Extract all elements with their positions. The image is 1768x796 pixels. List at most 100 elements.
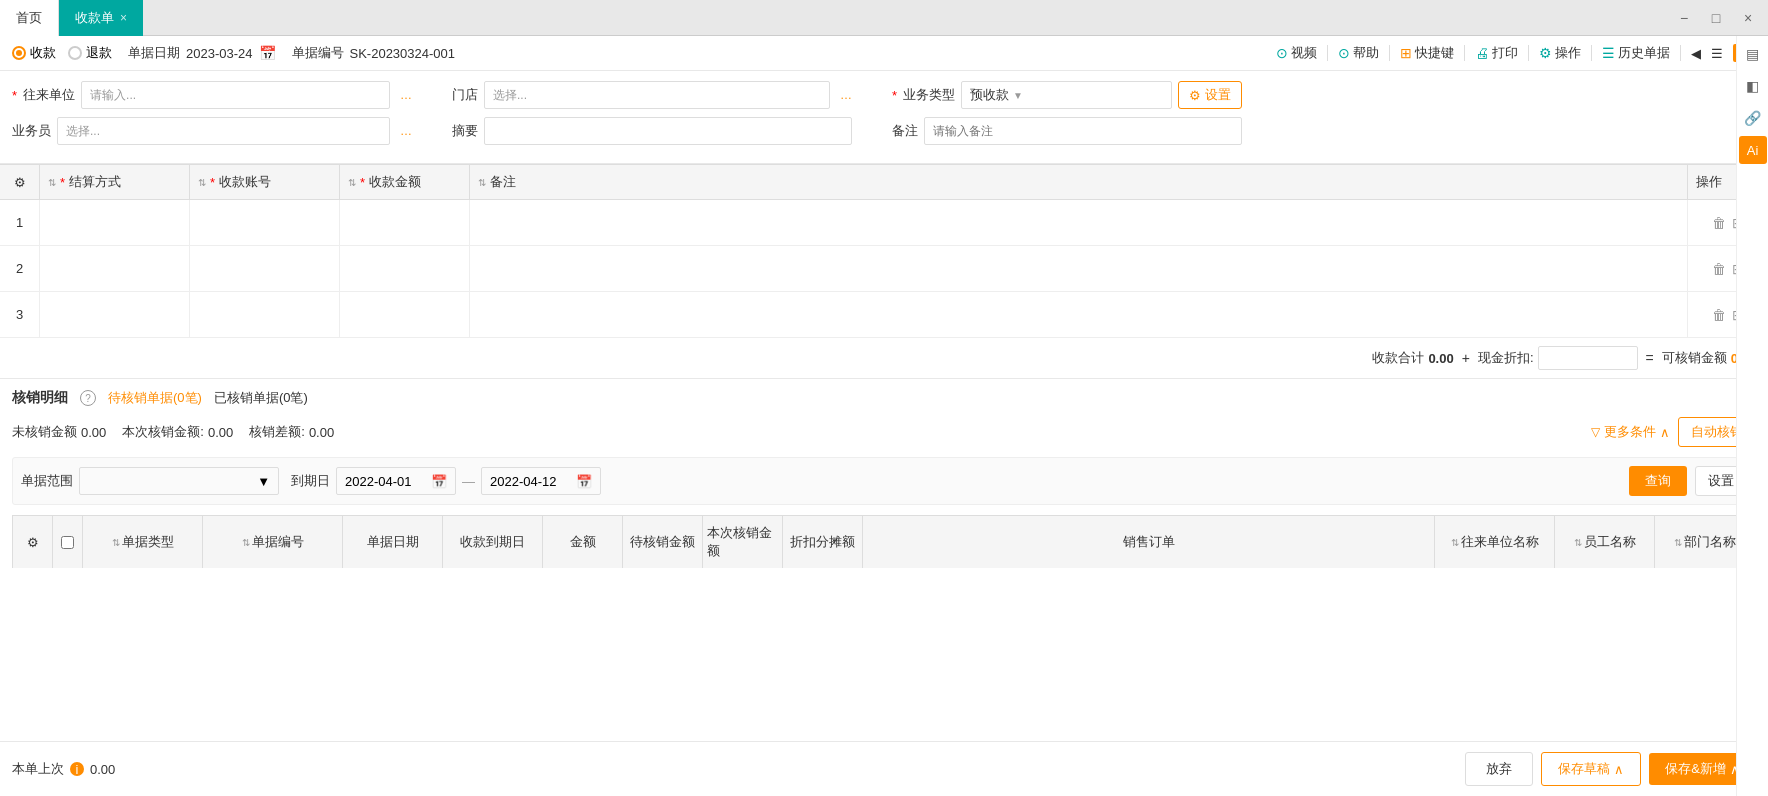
settings-button[interactable]: ⚙ 设置	[1178, 81, 1242, 109]
maximize-button[interactable]: □	[1704, 6, 1728, 30]
required-star: *	[12, 88, 17, 103]
query-button[interactable]: 查询	[1629, 466, 1687, 496]
staff-ellipsis[interactable]: …	[400, 124, 412, 138]
print-action[interactable]: 🖨 打印	[1475, 44, 1518, 62]
th-account: ⇅ * 收款账号	[190, 165, 340, 199]
party-placeholder: 请输入...	[90, 87, 136, 104]
sidebar-table-icon[interactable]: ▤	[1739, 40, 1767, 68]
due-date-filter: 到期日 2022-04-01 📅 — 2022-04-12 📅	[291, 467, 601, 495]
party-input[interactable]: 请输入...	[81, 81, 390, 109]
date-end-input[interactable]: 2022-04-12 📅	[481, 467, 601, 495]
row2-amount[interactable]	[340, 246, 470, 291]
calendar-start-icon: 📅	[431, 474, 447, 489]
tab-home[interactable]: 首页	[0, 0, 59, 36]
radio-refund[interactable]: 退款	[68, 44, 112, 62]
tab-collection[interactable]: 收款单 ×	[59, 0, 143, 36]
row3-amount[interactable]	[340, 292, 470, 337]
row1-amount[interactable]	[340, 200, 470, 245]
unverified-label: 未核销金额	[12, 423, 77, 441]
th-settings[interactable]: ⚙	[0, 165, 40, 199]
staff-input[interactable]: 选择...	[57, 117, 390, 145]
divider6	[1680, 45, 1681, 61]
summary-input[interactable]	[484, 117, 852, 145]
pending-tab-label: 待核销单据(0笔)	[108, 389, 202, 407]
tab-close-icon[interactable]: ×	[120, 11, 127, 25]
row3-delete-icon[interactable]: 🗑	[1712, 307, 1726, 323]
save-draft-button[interactable]: 保存草稿 ∧	[1541, 752, 1641, 786]
calendar-end-icon: 📅	[576, 474, 592, 489]
bottom-info-value: 0.00	[90, 762, 115, 777]
sec-sort-icon5: ⇅	[1674, 537, 1682, 548]
history-action[interactable]: ☰ 历史单据	[1602, 44, 1670, 62]
store-ellipsis[interactable]: …	[840, 88, 852, 102]
sec-th-type: ⇅ 单据类型	[83, 516, 203, 568]
row3-settlement[interactable]	[40, 292, 190, 337]
row2-delete-icon[interactable]: 🗑	[1712, 261, 1726, 277]
abandon-button[interactable]: 放弃	[1465, 752, 1533, 786]
shortcut-label: 快捷键	[1415, 44, 1454, 62]
plus-sign: +	[1462, 350, 1470, 366]
tab-home-label: 首页	[16, 9, 42, 27]
row3-id: 3	[0, 292, 40, 337]
number-value[interactable]: SK-20230324-001	[350, 46, 456, 61]
equal-sign: =	[1646, 350, 1654, 366]
store-field: 门店 选择... …	[452, 81, 852, 109]
settings-icon: ⚙	[1189, 88, 1201, 103]
sidebar-link-icon[interactable]: 🔗	[1739, 104, 1767, 132]
sidebar-ai-button[interactable]: Ai	[1739, 136, 1767, 164]
row2-account[interactable]	[190, 246, 340, 291]
row3-account[interactable]	[190, 292, 340, 337]
row1-delete-icon[interactable]: 🗑	[1712, 215, 1726, 231]
current-verify-value: 0.00	[208, 425, 233, 440]
business-type-select[interactable]: 预收款 ▼	[961, 81, 1172, 109]
store-input[interactable]: 选择...	[484, 81, 830, 109]
tab-bar: 首页 收款单 × − □ ×	[0, 0, 1768, 36]
row2-remark[interactable]	[470, 246, 1688, 291]
print-icon: 🖨	[1475, 45, 1489, 61]
pending-tab[interactable]: 待核销单据(0笔)	[108, 389, 202, 407]
sec-th-staff-text: 员工名称	[1584, 533, 1636, 551]
number-label: 单据编号	[292, 44, 344, 62]
operation-action[interactable]: ⚙ 操作	[1539, 44, 1581, 62]
row1-settlement[interactable]	[40, 200, 190, 245]
sidebar-layout-icon[interactable]: ◧	[1739, 72, 1767, 100]
remark-input[interactable]	[924, 117, 1242, 145]
th-settlement-label: *	[60, 175, 65, 190]
row2-settlement[interactable]	[40, 246, 190, 291]
party-ellipsis[interactable]: …	[400, 88, 412, 102]
video-action[interactable]: ⊙ 视频	[1276, 44, 1317, 62]
party-label: 往来单位	[23, 86, 75, 104]
row3-remark[interactable]	[470, 292, 1688, 337]
summary-field: 摘要	[452, 117, 852, 145]
number-field-group: 单据编号 SK-20230324-001	[292, 44, 456, 62]
party-field: * 往来单位 请输入... …	[12, 81, 412, 109]
minimize-button[interactable]: −	[1672, 6, 1696, 30]
shortcut-action[interactable]: ⊞ 快捷键	[1400, 44, 1454, 62]
nav-prev[interactable]: ◀	[1691, 46, 1701, 61]
close-button[interactable]: ×	[1736, 6, 1760, 30]
date-start-input[interactable]: 2022-04-01 📅	[336, 467, 456, 495]
calendar-icon[interactable]: 📅	[259, 45, 276, 61]
sec-th-check[interactable]	[53, 516, 83, 568]
business-type-field: * 业务类型 预收款 ▼ ⚙ 设置	[892, 81, 1242, 109]
done-tab[interactable]: 已核销单据(0笔)	[214, 389, 308, 407]
date-value[interactable]: 2023-03-24	[186, 46, 253, 61]
verify-info-icon[interactable]: ?	[80, 390, 96, 406]
row1-remark[interactable]	[470, 200, 1688, 245]
shortcut-icon: ⊞	[1400, 45, 1412, 61]
row1-account[interactable]	[190, 200, 340, 245]
sec-sort-icon1: ⇅	[112, 537, 120, 548]
discount-input[interactable]	[1538, 346, 1638, 370]
verify-stats: 未核销金额 0.00 本次核销金额: 0.00 核销差额: 0.00 ▽ 更多条…	[12, 417, 1756, 447]
sec-checkbox-all[interactable]	[61, 536, 74, 549]
range-select[interactable]: ▼	[79, 467, 279, 495]
form-row-2: 业务员 选择... … 摘要 备注	[12, 117, 1756, 145]
bottom-info-icon[interactable]: i	[70, 762, 84, 776]
nav-list[interactable]: ☰	[1711, 46, 1723, 61]
right-sidebar: ▤ ◧ 🔗 Ai	[1736, 36, 1768, 796]
current-verify-group: 本次核销金额: 0.00	[122, 423, 233, 441]
sec-th-settings[interactable]: ⚙	[13, 516, 53, 568]
help-action[interactable]: ⊙ 帮助	[1338, 44, 1379, 62]
more-filter-btn[interactable]: ▽ 更多条件 ∧	[1591, 423, 1670, 441]
radio-collection[interactable]: 收款	[12, 44, 56, 62]
